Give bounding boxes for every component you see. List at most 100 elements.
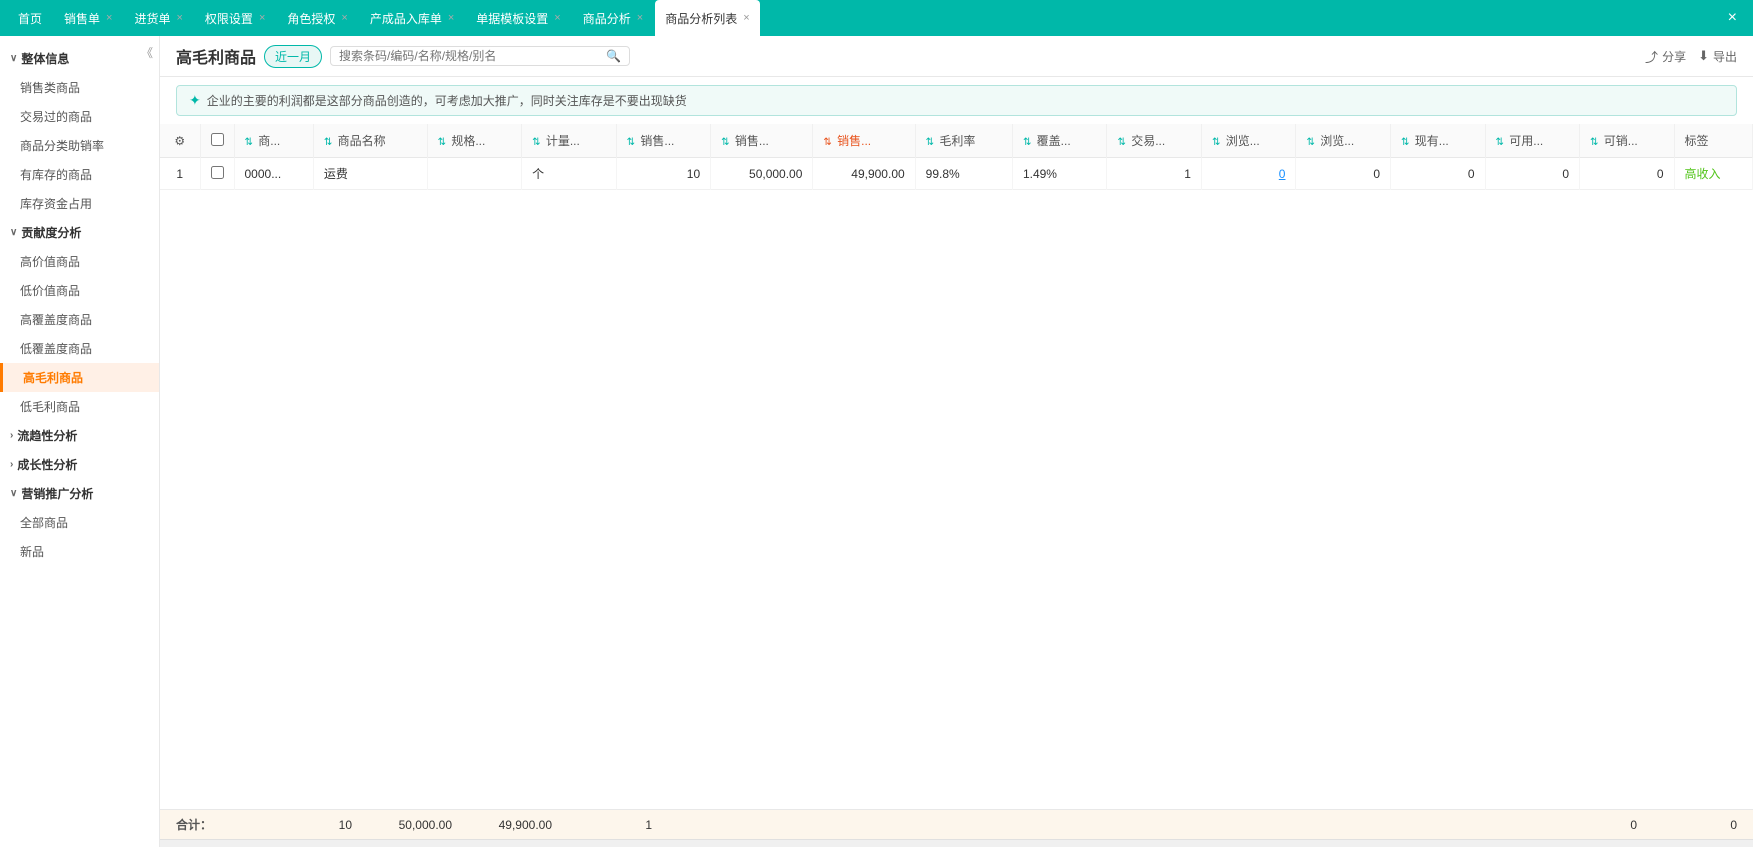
info-banner: ✦ 企业的主要的利润都是这部分商品创造的，可考虑加大推广，同时关注库存是不要出现… xyxy=(176,85,1737,116)
sidebar-item-all-goods[interactable]: 全部商品 xyxy=(0,508,159,537)
sort-icon: ⇅ xyxy=(1117,137,1125,148)
sidebar-item-high-value[interactable]: 高价值商品 xyxy=(0,247,159,276)
col-unit[interactable]: ⇅ 计量... xyxy=(522,124,617,158)
select-all-checkbox[interactable] xyxy=(211,133,224,146)
nav-label-template: 单据模板设置 xyxy=(476,10,548,27)
sidebar-item-low-value[interactable]: 低价值商品 xyxy=(0,276,159,305)
close-window-button[interactable]: × xyxy=(1720,9,1745,27)
col-name[interactable]: ⇅ 商品名称 xyxy=(313,124,427,158)
cell-available: 0 xyxy=(1485,158,1580,190)
cell-view2: 0 xyxy=(1296,158,1391,190)
sidebar-item-new-goods[interactable]: 新品 xyxy=(0,537,159,566)
export-button[interactable]: ⬇ 导出 xyxy=(1698,48,1737,65)
sort-icon: ⇅ xyxy=(1212,137,1220,148)
col-gross-margin[interactable]: ⇅ 毛利率 xyxy=(915,124,1012,158)
filter-month-button[interactable]: 近一月 xyxy=(264,45,322,68)
row-checkbox[interactable] xyxy=(211,166,224,179)
nav-label-analysis: 商品分析 xyxy=(583,10,631,27)
col-view1[interactable]: ⇅ 浏览... xyxy=(1201,124,1296,158)
cell-name: 运费 xyxy=(313,158,427,190)
sidebar-item-low-coverage[interactable]: 低覆盖度商品 xyxy=(0,334,159,363)
nav-item-home[interactable]: 首页 xyxy=(8,0,52,36)
table-footer: 合计： 10 50,000.00 49,900.00 1 0 0 xyxy=(160,809,1753,839)
col-spec[interactable]: ⇅ 规格... xyxy=(427,124,522,158)
close-icon[interactable]: × xyxy=(341,12,347,24)
share-icon: ⤴ xyxy=(1645,47,1658,66)
close-icon[interactable]: × xyxy=(448,12,454,24)
nav-label-product-stock: 产成品入库单 xyxy=(370,10,442,27)
nav-label-analysis-list: 商品分析列表 xyxy=(665,10,737,27)
settings-icon[interactable]: ⚙ xyxy=(174,134,185,148)
info-icon: ✦ xyxy=(189,92,201,109)
footer-sale-qty: 10 xyxy=(272,818,352,832)
close-icon[interactable]: × xyxy=(637,12,643,24)
col-settings[interactable]: ⚙ xyxy=(160,124,200,158)
col-current-stock[interactable]: ⇅ 现有... xyxy=(1391,124,1486,158)
sidebar-group-marketing[interactable]: ∨ 营销推广分析 xyxy=(0,479,159,508)
share-button[interactable]: ⤴ 分享 xyxy=(1645,47,1686,66)
nav-item-template[interactable]: 单据模板设置 × xyxy=(466,0,570,36)
sidebar-group-growth[interactable]: › 成长性分析 xyxy=(0,450,159,479)
content-header: 高毛利商品 近一月 🔍 ⤴ 分享 ⬇ 导出 xyxy=(160,36,1753,77)
sidebar-collapse-button[interactable]: 《 xyxy=(141,44,153,61)
nav-item-analysis-list[interactable]: 商品分析列表 × xyxy=(655,0,759,36)
col-sale-amount[interactable]: ⇅ 销售... xyxy=(711,124,813,158)
col-saleable[interactable]: ⇅ 可销... xyxy=(1580,124,1675,158)
nav-item-role[interactable]: 角色授权 × xyxy=(277,0,357,36)
nav-item-product-stock[interactable]: 产成品入库单 × xyxy=(360,0,464,36)
close-icon[interactable]: × xyxy=(743,12,749,24)
sidebar-item-sales-goods[interactable]: 销售类商品 xyxy=(0,73,159,102)
nav-item-purchase[interactable]: 进货单 × xyxy=(124,0,192,36)
sidebar-item-stock-funds[interactable]: 库存资金占用 xyxy=(0,189,159,218)
sidebar-item-low-margin[interactable]: 低毛利商品 xyxy=(0,392,159,421)
sidebar-group-overall[interactable]: ∨ 整体信息 xyxy=(0,44,159,73)
col-view2[interactable]: ⇅ 浏览... xyxy=(1296,124,1391,158)
nav-item-permission[interactable]: 权限设置 × xyxy=(195,0,275,36)
cell-sale-qty: 10 xyxy=(616,158,711,190)
sidebar-group-trend[interactable]: › 流趋性分析 xyxy=(0,421,159,450)
col-tag[interactable]: 标签 xyxy=(1674,124,1752,158)
search-box: 🔍 xyxy=(330,46,630,66)
chevron-down-icon: ∨ xyxy=(10,488,17,499)
sidebar-group-contribution-label: 贡献度分析 xyxy=(21,224,81,241)
chevron-right-icon: › xyxy=(10,430,13,441)
sort-icon: ⇅ xyxy=(532,137,540,148)
sidebar-item-traded-goods[interactable]: 交易过的商品 xyxy=(0,102,159,131)
sidebar-group-trend-label: 流趋性分析 xyxy=(17,427,77,444)
cell-code: 0000... xyxy=(234,158,313,190)
nav-label-home: 首页 xyxy=(18,10,42,27)
cell-gross-margin: 99.8% xyxy=(915,158,1012,190)
col-checkbox xyxy=(200,124,234,158)
horizontal-scrollbar[interactable] xyxy=(160,839,1753,847)
sidebar-group-contribution[interactable]: ∨ 贡献度分析 xyxy=(0,218,159,247)
sidebar-item-high-margin[interactable]: 高毛利商品 xyxy=(0,363,159,392)
close-icon[interactable]: × xyxy=(554,12,560,24)
nav-item-sales[interactable]: 销售单 × xyxy=(54,0,122,36)
cell-sale-profit: 49,900.00 xyxy=(813,158,915,190)
sidebar-item-category-rate[interactable]: 商品分类助销率 xyxy=(0,131,159,160)
sidebar-group-growth-label: 成长性分析 xyxy=(17,456,77,473)
close-icon[interactable]: × xyxy=(259,12,265,24)
col-sale-qty[interactable]: ⇅ 销售... xyxy=(616,124,711,158)
sidebar-item-high-coverage[interactable]: 高覆盖度商品 xyxy=(0,305,159,334)
sort-icon: ⇅ xyxy=(926,137,934,148)
sort-icon: ⇅ xyxy=(1590,137,1598,148)
col-coverage[interactable]: ⇅ 覆盖... xyxy=(1012,124,1107,158)
sidebar-item-in-stock[interactable]: 有库存的商品 xyxy=(0,160,159,189)
col-code[interactable]: ⇅ 商... xyxy=(234,124,313,158)
table-header-row: ⚙ ⇅ 商... ⇅ 商品名称 xyxy=(160,124,1753,158)
search-icon[interactable]: 🔍 xyxy=(606,49,621,63)
nav-item-analysis[interactable]: 商品分析 × xyxy=(573,0,653,36)
search-input[interactable] xyxy=(339,49,602,63)
sidebar-group-overall-label: 整体信息 xyxy=(21,50,69,67)
col-available[interactable]: ⇅ 可用... xyxy=(1485,124,1580,158)
footer-label: 合计： xyxy=(176,816,212,833)
close-icon[interactable]: × xyxy=(106,12,112,24)
col-trade[interactable]: ⇅ 交易... xyxy=(1107,124,1202,158)
col-sale-profit[interactable]: ⇅ 销售... xyxy=(813,124,915,158)
footer-trade: 1 xyxy=(572,818,652,832)
close-icon[interactable]: × xyxy=(176,12,182,24)
cell-tag: 高收入 xyxy=(1674,158,1752,190)
footer-sale-profit: 49,900.00 xyxy=(472,818,552,832)
cell-view1[interactable]: 0 xyxy=(1201,158,1296,190)
